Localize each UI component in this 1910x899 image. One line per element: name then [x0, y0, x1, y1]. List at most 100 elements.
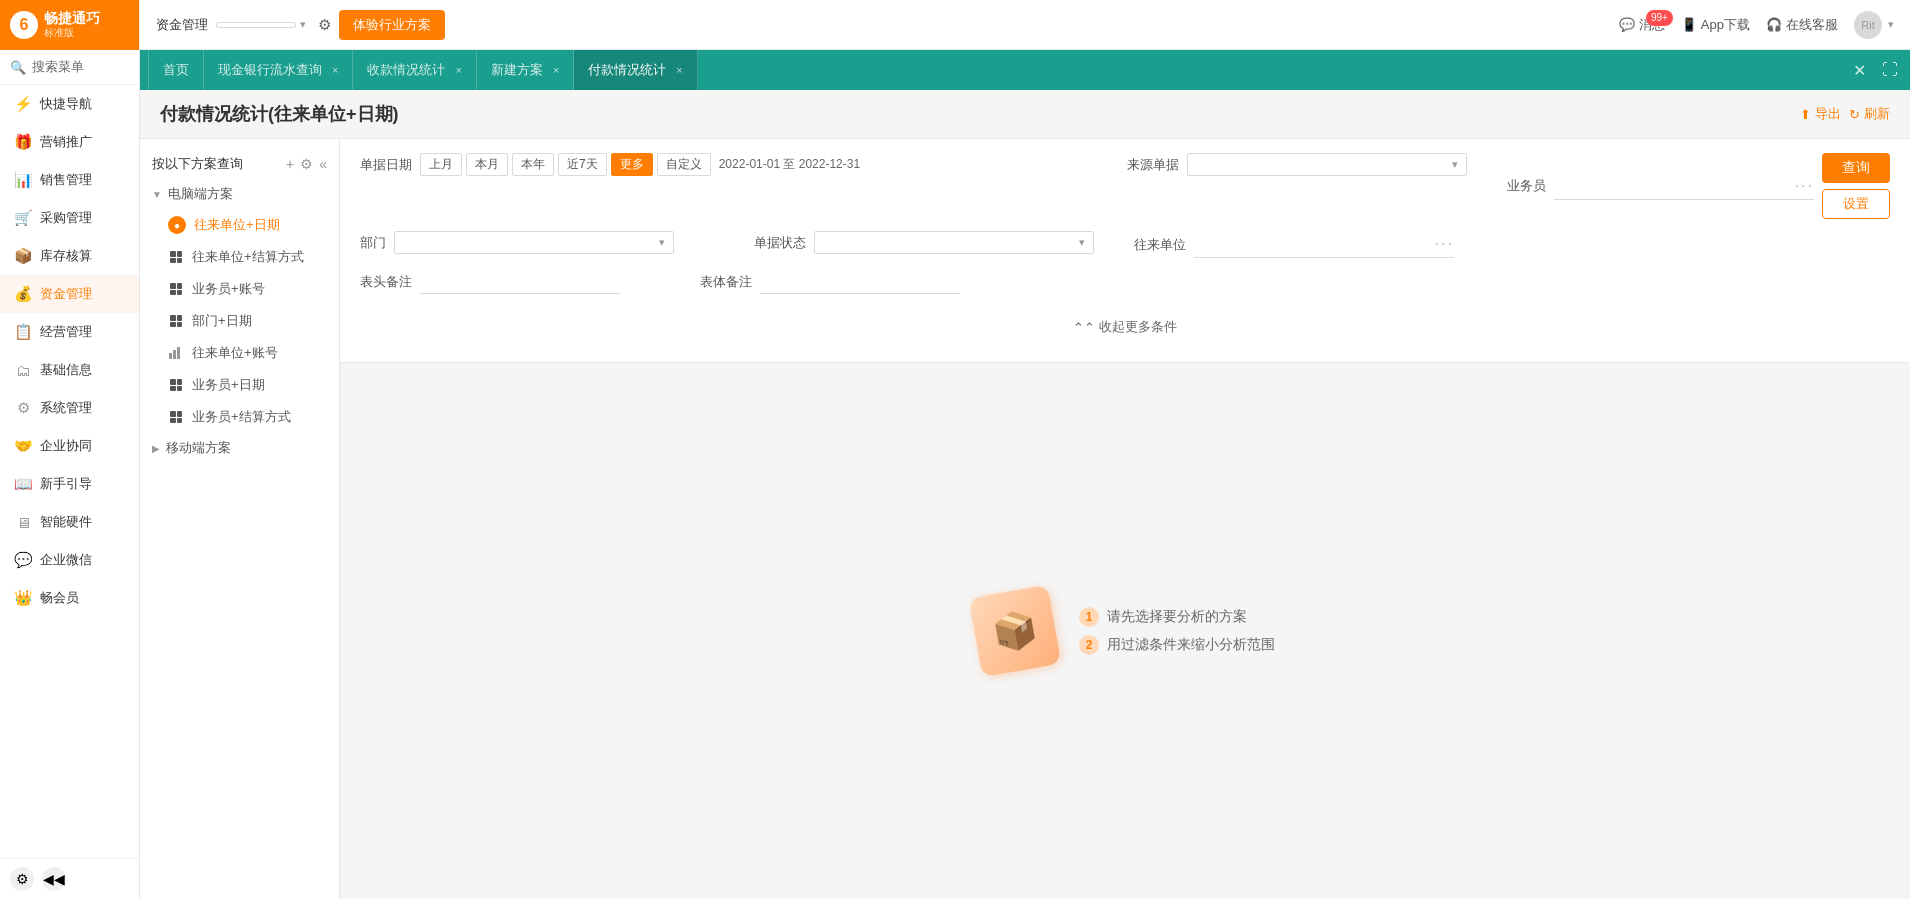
sidebar-item-quick-nav[interactable]: ⚡ 快捷导航 [0, 85, 139, 123]
search-menu[interactable]: 🔍 搜索菜单 [0, 50, 139, 85]
tab-bank-flow[interactable]: 现金银行流水查询 × [204, 50, 353, 90]
date-btn-last-7days[interactable]: 近7天 [558, 153, 607, 176]
sidebar-item-inventory[interactable]: 📦 库存核算 [0, 237, 139, 275]
header-note-input[interactable] [420, 270, 620, 294]
sidebar-item-label: 新手引导 [40, 475, 92, 493]
collapse-sidebar-icon[interactable]: ◀◀ [42, 867, 66, 891]
scheme-header-actions: + ⚙ « [286, 156, 327, 172]
dept-filter: 部门 ▾ [360, 231, 674, 254]
scheme-item-label: 业务员+结算方式 [192, 408, 291, 426]
scheme-section-mobile[interactable]: ▶ 移动端方案 [140, 433, 339, 463]
date-btn-custom[interactable]: 自定义 [657, 153, 711, 176]
settings-bottom-icon[interactable]: ⚙ [10, 867, 34, 891]
scheme-item-label: 往来单位+账号 [192, 344, 278, 362]
refresh-button[interactable]: ↻ 刷新 [1849, 105, 1890, 123]
scheme-item-partner-settle[interactable]: 往来单位+结算方式 [140, 241, 339, 273]
date-btn-more[interactable]: 更多 [611, 153, 653, 176]
app-download-item[interactable]: 📱 App下载 [1681, 16, 1750, 34]
sidebar-item-hardware[interactable]: 🖥 智能硬件 [0, 503, 139, 541]
message-icon: 💬 [1619, 17, 1635, 32]
online-service-label: 在线客服 [1786, 16, 1838, 34]
tab-label: 首页 [163, 61, 189, 79]
filter-row-1: 单据日期 上月 本月 本年 近7天 更多 自定义 2022-01-01 至 20… [360, 153, 1890, 219]
salesman-label: 业务员 [1507, 177, 1546, 195]
experience-button[interactable]: 体验行业方案 [339, 10, 445, 40]
scheme-item-partner-account[interactable]: 往来单位+账号 [140, 337, 339, 369]
sidebar-item-label: 系统管理 [40, 399, 92, 417]
sidebar-item-label: 采购管理 [40, 209, 92, 227]
collapse-button[interactable]: ⌃⌃ 收起更多条件 [1061, 312, 1189, 342]
sidebar-item-purchase[interactable]: 🛒 采购管理 [0, 199, 139, 237]
grid-icon [168, 249, 184, 265]
message-badge: 99+ [1646, 10, 1673, 26]
scheme-section-desktop[interactable]: ▼ 电脑端方案 [140, 179, 339, 209]
tab-close-icon[interactable]: × [676, 64, 682, 76]
settings-icon[interactable]: ⚙ [318, 16, 331, 34]
scheme-item-dept-date[interactable]: 部门+日期 [140, 305, 339, 337]
tab-receipt-stats[interactable]: 收款情况统计 × [353, 50, 476, 90]
dept-select[interactable]: ▾ [394, 231, 674, 254]
scheme-item-label: 业务员+账号 [192, 280, 265, 298]
scheme-item-salesman-settle[interactable]: 业务员+结算方式 [140, 401, 339, 433]
add-scheme-icon[interactable]: + [286, 156, 294, 172]
date-btn-last-month[interactable]: 上月 [420, 153, 462, 176]
source-doc-select[interactable]: ▾ [1187, 153, 1467, 176]
app-logo: 6 畅捷通巧 标准版 [0, 0, 139, 50]
online-service-item[interactable]: 🎧 在线客服 [1766, 16, 1838, 34]
date-btn-this-year[interactable]: 本年 [512, 153, 554, 176]
tab-close-icon[interactable]: × [553, 64, 559, 76]
close-all-tabs-icon[interactable]: ✕ [1849, 57, 1870, 84]
maximize-icon[interactable]: ⛶ [1878, 57, 1902, 83]
scheme-settings-icon[interactable]: ⚙ [300, 156, 313, 172]
phone-icon: 📱 [1681, 17, 1697, 32]
app-name: 畅捷通巧 [44, 10, 100, 27]
tabs-actions: ✕ ⛶ [1849, 57, 1902, 84]
sidebar-item-wechat[interactable]: 💬 企业微信 [0, 541, 139, 579]
guide-icon: 📖 [14, 475, 32, 493]
sidebar-item-marketing[interactable]: 🎁 营销推广 [0, 123, 139, 161]
member-icon: 👑 [14, 589, 32, 607]
filter-area: 单据日期 上月 本月 本年 近7天 更多 自定义 2022-01-01 至 20… [340, 139, 1910, 363]
scheme-item-salesman-date[interactable]: 业务员+日期 [140, 369, 339, 401]
sidebar-item-system[interactable]: ⚙ 系统管理 [0, 389, 139, 427]
header-note-filter: 表头备注 [360, 270, 620, 294]
sidebar-item-guide[interactable]: 📖 新手引导 [0, 465, 139, 503]
tab-new-scheme[interactable]: 新建方案 × [477, 50, 574, 90]
module-selector[interactable]: ▾ [216, 18, 306, 31]
sidebar-item-cooperation[interactable]: 🤝 企业协同 [0, 427, 139, 465]
scheme-item-salesman-account[interactable]: 业务员+账号 [140, 273, 339, 305]
marketing-icon: 🎁 [14, 133, 32, 151]
export-button[interactable]: ⬆ 导出 [1800, 105, 1841, 123]
sidebar-item-basic[interactable]: 🗂 基础信息 [0, 351, 139, 389]
sidebar-item-sales[interactable]: 📊 销售管理 [0, 161, 139, 199]
user-menu[interactable]: Rit ▾ [1854, 11, 1894, 39]
query-button[interactable]: 查询 [1822, 153, 1890, 183]
message-item[interactable]: 💬 消息 99+ [1619, 16, 1665, 34]
tip-num-2: 2 [1079, 635, 1099, 655]
dept-label: 部门 [360, 234, 386, 252]
scheme-item-partner-date[interactable]: ● 往来单位+日期 [140, 209, 339, 241]
hardware-icon: 🖥 [14, 513, 32, 531]
collapse-panel-icon[interactable]: « [319, 156, 327, 172]
tab-close-icon[interactable]: × [455, 64, 461, 76]
page-title: 付款情况统计(往来单位+日期) [160, 102, 399, 126]
system-icon: ⚙ [14, 399, 32, 417]
empty-tips: 1 请先选择要分析的方案 2 用过滤条件来缩小分析范围 [1079, 607, 1275, 655]
body-note-input[interactable] [760, 270, 960, 294]
tab-home[interactable]: 首页 [148, 50, 204, 90]
scheme-item-label: 部门+日期 [192, 312, 252, 330]
dots-icon[interactable]: ··· [1435, 235, 1454, 253]
tab-payment-stats[interactable]: 付款情况统计 × [574, 50, 697, 90]
data-area: 📦 1 请先选择要分析的方案 2 用过滤条件来缩小分析范围 [340, 363, 1910, 899]
dots-icon[interactable]: ··· [1795, 177, 1814, 195]
settings-button[interactable]: 设置 [1822, 189, 1890, 219]
sidebar-item-member[interactable]: 👑 畅会员 [0, 579, 139, 617]
scheme-item-label: 往来单位+日期 [194, 216, 280, 234]
sidebar-item-operation[interactable]: 📋 经营管理 [0, 313, 139, 351]
bar-chart-icon [168, 345, 184, 361]
chevron-down-icon: ▾ [1079, 236, 1085, 249]
sidebar-item-finance[interactable]: 💰 资金管理 [0, 275, 139, 313]
date-btn-this-month[interactable]: 本月 [466, 153, 508, 176]
doc-status-select[interactable]: ▾ [814, 231, 1094, 254]
tab-close-icon[interactable]: × [332, 64, 338, 76]
